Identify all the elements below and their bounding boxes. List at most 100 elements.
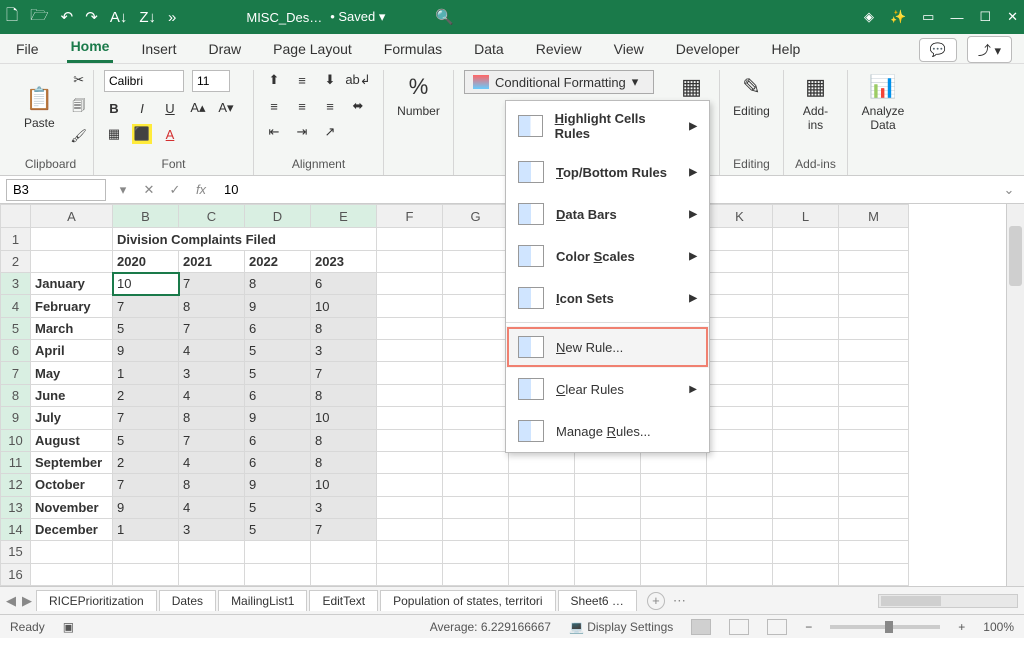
cell-M6[interactable] [839,340,909,362]
wrap-text-icon[interactable]: ab↲ [348,70,368,90]
name-box[interactable] [6,179,106,201]
cell-L2[interactable] [773,250,839,272]
cell-M12[interactable] [839,474,909,496]
qat-more-icon[interactable]: » [168,9,176,26]
cell-B5[interactable]: 5 [113,317,179,339]
cf-icon-sets[interactable]: Icon Sets▶ [506,277,709,319]
cell-B6[interactable]: 9 [113,340,179,362]
increase-indent-icon[interactable]: ⇥ [292,122,312,142]
cell-J16[interactable] [641,563,707,585]
cell-G8[interactable] [443,384,509,406]
magic-icon[interactable]: ✨ [890,9,906,25]
cell-M2[interactable] [839,250,909,272]
select-all-corner[interactable] [1,205,31,228]
row-header-11[interactable]: 11 [1,451,31,473]
row-header-5[interactable]: 5 [1,317,31,339]
cell-J12[interactable] [641,474,707,496]
cell-G11[interactable] [443,451,509,473]
row-header-3[interactable]: 3 [1,273,31,295]
merge-icon[interactable]: ⬌ [348,96,368,116]
cell-K3[interactable] [707,273,773,295]
col-header-L[interactable]: L [773,205,839,228]
cell-E13[interactable]: 3 [311,496,377,518]
month-October[interactable]: October [31,474,113,496]
month-February[interactable]: February [31,295,113,317]
underline-icon[interactable]: U [160,98,180,118]
cell-M9[interactable] [839,407,909,429]
sheet-tab[interactable]: EditText [309,590,378,611]
borders-icon[interactable]: ▦ [104,124,124,144]
add-sheet-button[interactable]: + [647,592,665,610]
month-September[interactable]: September [31,451,113,473]
cell-M8[interactable] [839,384,909,406]
cell-I16[interactable] [575,563,641,585]
cf-highlight-cells[interactable]: Highlight Cells Rules▶ [506,101,709,151]
cell-B16[interactable] [113,563,179,585]
cell-A16[interactable] [31,563,113,585]
align-left-icon[interactable]: ≡ [264,96,284,116]
cell-J15[interactable] [641,541,707,563]
cell-H11[interactable] [509,451,575,473]
cell-D6[interactable]: 5 [245,340,311,362]
zoom-out-icon[interactable]: − [805,620,812,634]
cell-I15[interactable] [575,541,641,563]
format-painter-icon[interactable]: 🖌 [69,126,89,146]
cell-G15[interactable] [443,541,509,563]
cell-K16[interactable] [707,563,773,585]
number-format-button[interactable]: % Number [391,70,446,122]
cell-G4[interactable] [443,295,509,317]
cell-M10[interactable] [839,429,909,451]
cell-E6[interactable]: 3 [311,340,377,362]
close-icon[interactable]: ✕ [1007,9,1018,25]
cell-F16[interactable] [377,563,443,585]
fb-dropdown-icon[interactable]: ▾ [114,182,132,198]
cell-E7[interactable]: 7 [311,362,377,384]
month-March[interactable]: March [31,317,113,339]
minimize-icon[interactable]: — [950,10,963,25]
cell-B4[interactable]: 7 [113,295,179,317]
cell-E9[interactable]: 10 [311,407,377,429]
month-May[interactable]: May [31,362,113,384]
cell-L4[interactable] [773,295,839,317]
cell-D14[interactable]: 5 [245,518,311,540]
undo-icon[interactable]: ↶ [61,8,74,26]
sheet-prev-icon[interactable]: ◀ [6,593,16,609]
cell-E16[interactable] [311,563,377,585]
sort-asc-icon[interactable]: A↓ [110,9,128,26]
year-2020[interactable]: 2020 [113,250,179,272]
cell-K14[interactable] [707,518,773,540]
cell-D16[interactable] [245,563,311,585]
conditional-formatting-button[interactable]: Conditional Formatting ▾ [464,70,654,94]
tab-page-layout[interactable]: Page Layout [269,37,356,63]
align-right-icon[interactable]: ≡ [320,96,340,116]
cell-C12[interactable]: 8 [179,474,245,496]
maximize-icon[interactable]: ☐ [979,9,991,25]
view-page-layout-icon[interactable] [729,619,749,635]
cell-D10[interactable]: 6 [245,429,311,451]
cell-D15[interactable] [245,541,311,563]
row-header-2[interactable]: 2 [1,250,31,272]
cell-M4[interactable] [839,295,909,317]
cell-A1[interactable] [31,228,113,250]
cell-C13[interactable]: 4 [179,496,245,518]
cell-F3[interactable] [377,273,443,295]
decrease-font-icon[interactable]: A▾ [216,98,236,118]
cell-J13[interactable] [641,496,707,518]
cell-F14[interactable] [377,518,443,540]
cell-H13[interactable] [509,496,575,518]
zoom-in-icon[interactable]: + [958,620,965,634]
cell-I11[interactable] [575,451,641,473]
col-header-B[interactable]: B [113,205,179,228]
increase-font-icon[interactable]: A▴ [188,98,208,118]
cell-L15[interactable] [773,541,839,563]
cell-B11[interactable]: 2 [113,451,179,473]
cell-K2[interactable] [707,250,773,272]
cell-C3[interactable]: 7 [179,273,245,295]
cell-M7[interactable] [839,362,909,384]
cell-F1[interactable] [377,228,443,250]
align-center-icon[interactable]: ≡ [292,96,312,116]
cell-G16[interactable] [443,563,509,585]
cell-M3[interactable] [839,273,909,295]
cell-I14[interactable] [575,518,641,540]
zoom-level[interactable]: 100% [983,620,1014,634]
